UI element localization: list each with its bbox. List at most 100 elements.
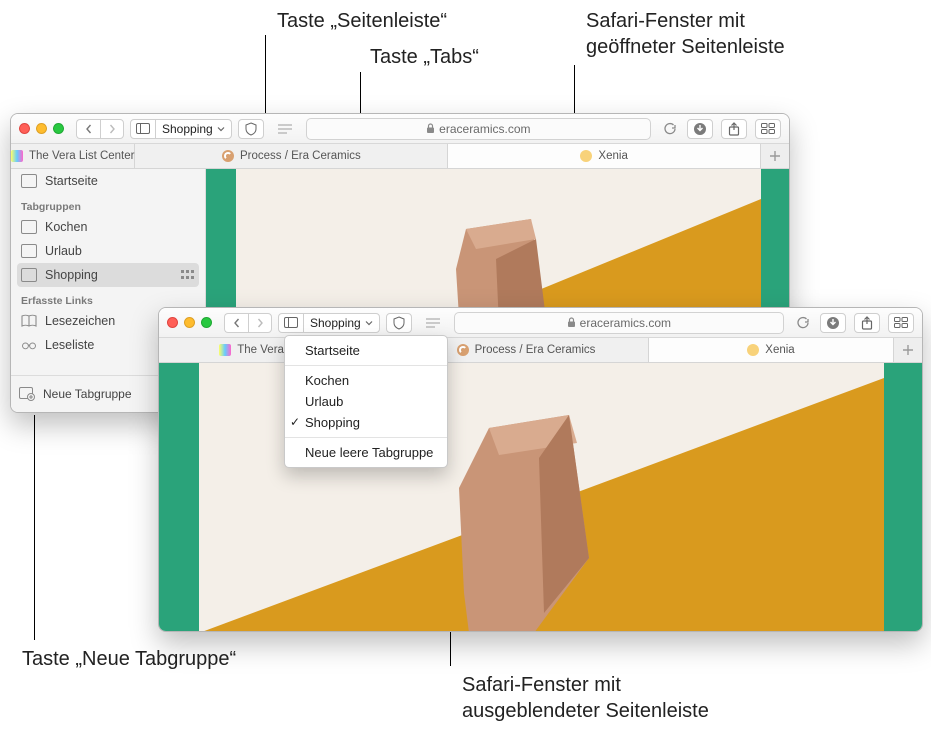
leader-line (450, 631, 451, 666)
back-button[interactable] (224, 313, 248, 333)
tabgroup-icon (21, 268, 37, 282)
titlebar: Shopping eraceramics.com (159, 308, 922, 338)
menu-item-new-empty-tabgroup[interactable]: Neue leere Tabgruppe (285, 442, 447, 463)
url-host: eraceramics.com (439, 122, 530, 136)
tabgroup-menu: Startseite Kochen Urlaub ✓ Shopping Neue … (284, 335, 448, 468)
toolbar-right (820, 313, 914, 333)
tab-overview-button[interactable] (755, 119, 781, 139)
menu-item-startpage[interactable]: Startseite (285, 340, 447, 361)
sidebar-item-label: Shopping (45, 268, 98, 282)
favicon-icon (222, 150, 234, 162)
menu-separator (285, 365, 447, 366)
address-bar[interactable]: eraceramics.com (454, 312, 784, 334)
new-tabgroup-icon (19, 387, 35, 401)
sidebar-toggle-button[interactable] (278, 313, 304, 333)
readinglist-icon (21, 338, 37, 352)
privacy-report-button[interactable] (238, 119, 264, 139)
tab-label: Process / Era Ceramics (240, 150, 361, 162)
new-tabgroup-label: Neue Tabgruppe (43, 387, 132, 401)
sidebar-item-label: Leseliste (45, 338, 94, 352)
back-forward-group (76, 119, 124, 139)
web-content (159, 363, 922, 631)
downloads-button[interactable] (687, 119, 713, 139)
zoom-window-button[interactable] (53, 123, 64, 134)
sidebar-item-label: Kochen (45, 220, 87, 234)
favicon-icon (11, 150, 23, 162)
tab-bar: The Vera List Center Process / Era Ceram… (159, 338, 922, 363)
callout-window-sidebar-hidden: Safari-Fenster mit ausgeblendeter Seiten… (462, 672, 709, 724)
leader-line (574, 65, 575, 113)
new-tab-button[interactable] (894, 338, 922, 362)
menu-item-urlaub[interactable]: Urlaub (285, 391, 447, 412)
reload-button[interactable] (657, 122, 681, 135)
chevron-down-icon (217, 125, 225, 133)
downloads-button[interactable] (820, 313, 846, 333)
callout-new-tabgroup: Taste „Neue Tabgruppe“ (22, 646, 236, 672)
menu-item-kochen[interactable]: Kochen (285, 370, 447, 391)
tab-era-ceramics[interactable]: Process / Era Ceramics (135, 144, 448, 168)
favicon-icon (747, 344, 759, 356)
tabgroup-icon (21, 220, 37, 234)
sidebar-item-label: Urlaub (45, 244, 82, 258)
close-window-button[interactable] (167, 317, 178, 328)
startpage-icon (21, 174, 37, 188)
tab-overview-button[interactable] (888, 313, 914, 333)
window-controls (167, 317, 212, 328)
address-bar[interactable]: eraceramics.com (306, 118, 651, 140)
sidebar-item-kochen[interactable]: Kochen (11, 215, 205, 239)
checkmark-icon: ✓ (290, 415, 300, 429)
reader-button[interactable] (418, 311, 448, 335)
sidebar-item-urlaub[interactable]: Urlaub (11, 239, 205, 263)
tab-vera-list[interactable]: The Vera List Center (11, 144, 135, 168)
share-button[interactable] (721, 119, 747, 139)
tab-label: Process / Era Ceramics (475, 344, 596, 356)
close-window-button[interactable] (19, 123, 30, 134)
sidebar-item-shopping[interactable]: Shopping (17, 263, 199, 287)
minimize-window-button[interactable] (36, 123, 47, 134)
sidebar-item-label: Lesezeichen (45, 314, 115, 328)
tab-xenia[interactable]: Xenia (448, 144, 761, 168)
back-forward-group (224, 313, 272, 333)
tab-xenia[interactable]: Xenia (649, 338, 894, 362)
titlebar: Shopping eraceramics.com (11, 114, 789, 144)
privacy-report-button[interactable] (386, 313, 412, 333)
toolbar-right (687, 119, 781, 139)
lock-icon (567, 317, 576, 328)
menu-item-shopping[interactable]: ✓ Shopping (285, 412, 447, 433)
sidebar-section-tabgroups: Tabgruppen (11, 193, 205, 215)
bookmarks-icon (21, 314, 37, 328)
minimize-window-button[interactable] (184, 317, 195, 328)
menu-separator (285, 437, 447, 438)
callout-sidebar-button: Taste „Seitenleiste“ (277, 8, 447, 34)
chevron-down-icon (365, 319, 373, 327)
sidebar-item-label: Startseite (45, 174, 98, 188)
tabgroup-icon (21, 244, 37, 258)
tabgroup-selected-label: Shopping (310, 316, 361, 330)
tab-label: Xenia (765, 344, 794, 356)
reload-button[interactable] (790, 316, 814, 329)
callout-tabs-button: Taste „Tabs“ (370, 44, 479, 70)
back-button[interactable] (76, 119, 100, 139)
safari-window-sidebar-hidden: Shopping eraceramics.com (158, 307, 923, 632)
window-controls (19, 123, 64, 134)
forward-button[interactable] (100, 119, 124, 139)
zoom-window-button[interactable] (201, 317, 212, 328)
new-tab-button[interactable] (761, 144, 789, 168)
menu-item-label: Shopping (305, 415, 360, 430)
leader-line (34, 415, 35, 640)
lock-icon (426, 123, 435, 134)
sidebar-toggle-button[interactable] (130, 119, 156, 139)
tabgroup-dropdown[interactable]: Shopping (155, 119, 232, 139)
tab-label: Xenia (598, 150, 627, 162)
callout-window-sidebar-open: Safari-Fenster mit geöffneter Seitenleis… (586, 8, 785, 60)
favicon-icon (580, 150, 592, 162)
forward-button[interactable] (248, 313, 272, 333)
tabgroup-grid-icon[interactable] (181, 270, 195, 280)
tabgroup-dropdown[interactable]: Shopping (303, 313, 380, 333)
url-host: eraceramics.com (580, 316, 671, 330)
share-button[interactable] (854, 313, 880, 333)
sidebar-item-startpage[interactable]: Startseite (11, 169, 205, 193)
tabgroup-selected-label: Shopping (162, 122, 213, 136)
favicon-icon (219, 344, 231, 356)
reader-button[interactable] (270, 117, 300, 141)
